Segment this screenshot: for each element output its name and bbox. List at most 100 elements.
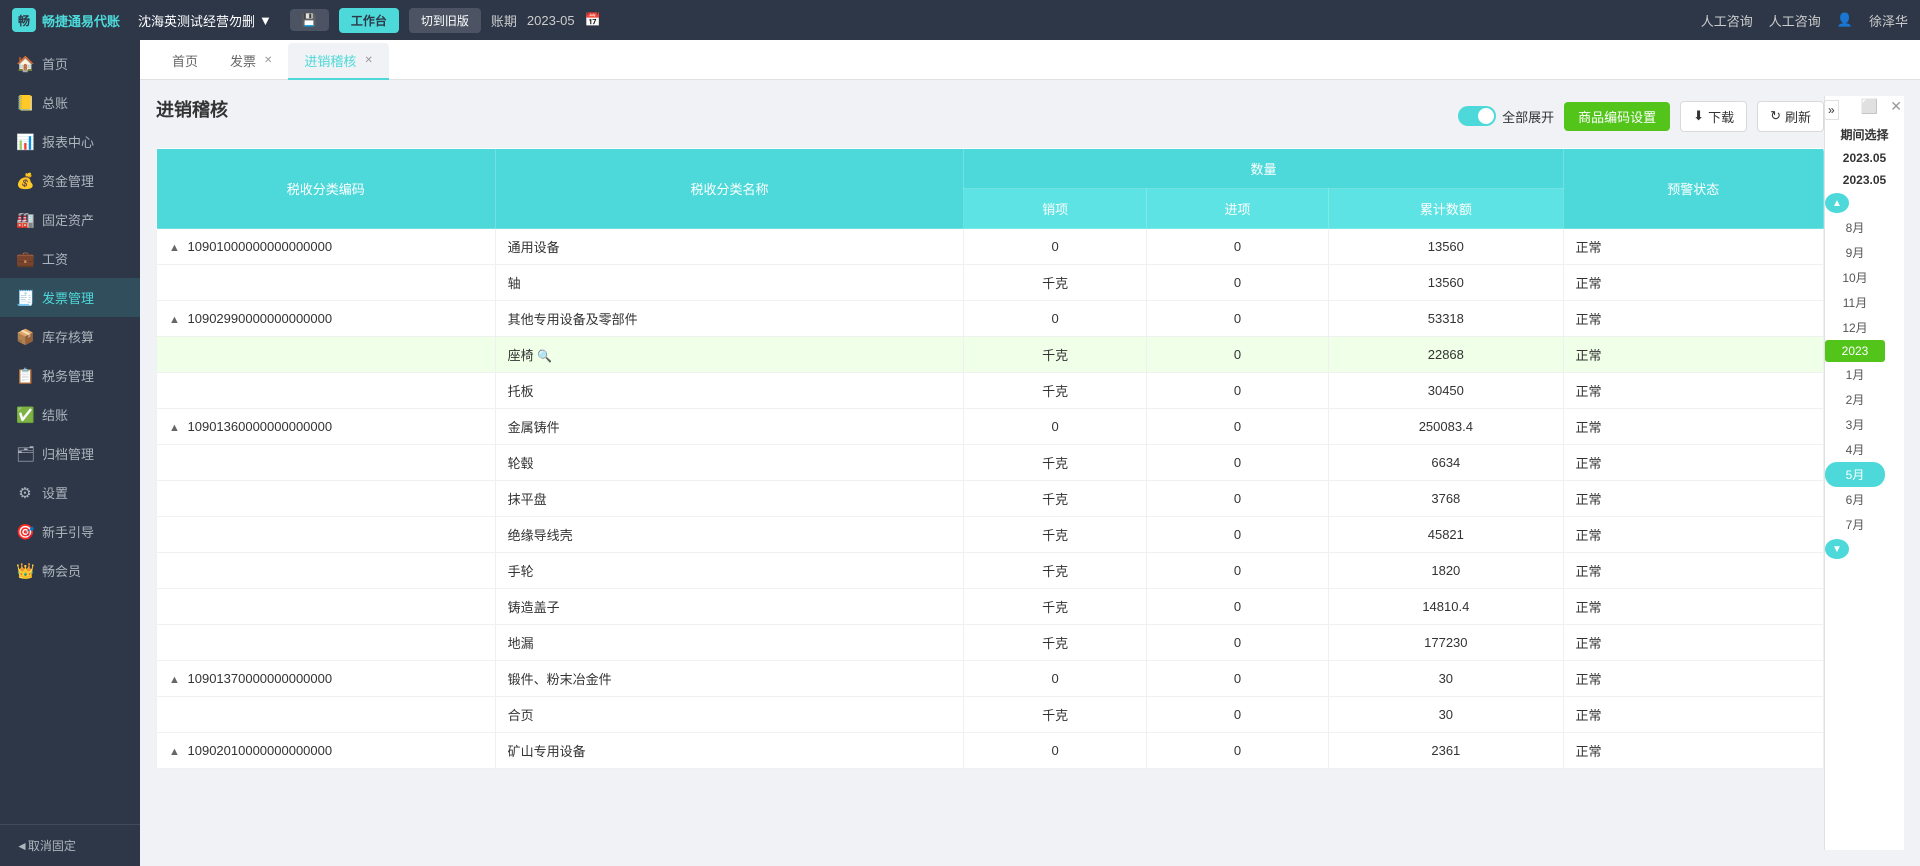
sidebar-item-home[interactable]: 🏠 首页 bbox=[0, 44, 140, 83]
cumulative-cell: 30450 bbox=[1329, 373, 1563, 409]
sidebar-item-label: 税务管理 bbox=[42, 366, 94, 385]
sidebar-item-reports[interactable]: 📊 报表中心 bbox=[0, 122, 140, 161]
month-5[interactable]: 5月 bbox=[1825, 462, 1885, 487]
chevron-down-icon: ▼ bbox=[259, 13, 272, 28]
tab-reconcile[interactable]: 进销稽核 ✕ bbox=[288, 43, 388, 80]
sidebar-item-settlement[interactable]: ✅ 结账 bbox=[0, 395, 140, 434]
month-8[interactable]: 8月 bbox=[1825, 215, 1885, 240]
guide-icon: 🎯 bbox=[16, 523, 34, 541]
expand-icon[interactable]: ▲ bbox=[169, 314, 180, 326]
sales-cell: 0 bbox=[964, 661, 1146, 697]
app-logo: 畅 畅捷通易代账 bbox=[12, 8, 120, 32]
search-icon-small[interactable]: 🔍 bbox=[537, 349, 552, 363]
sidebar-item-member[interactable]: 👑 畅会员 bbox=[0, 551, 140, 590]
sidebar-item-label: 工资 bbox=[42, 249, 68, 268]
cumulative-cell: 13560 bbox=[1329, 229, 1563, 265]
product-code-settings-button[interactable]: 商品编码设置 bbox=[1564, 102, 1670, 131]
month-4[interactable]: 4月 bbox=[1825, 437, 1885, 462]
sidebar-item-settings[interactable]: ⚙ 设置 bbox=[0, 473, 140, 512]
purchase-cell: 0 bbox=[1146, 409, 1328, 445]
expand-icon[interactable]: ▲ bbox=[169, 422, 180, 434]
support-label[interactable]: 人工咨询 bbox=[1701, 11, 1753, 30]
year-2023-alt[interactable]: 2023.05 bbox=[1825, 169, 1904, 191]
sidebar-item-tax[interactable]: 📋 税务管理 bbox=[0, 356, 140, 395]
year-2023-label[interactable]: 2023.05 bbox=[1825, 147, 1904, 169]
switch-version-button[interactable]: 切到旧版 bbox=[409, 8, 481, 33]
reconcile-table: 税收分类编码 税收分类名称 数量 预警状态 销项 进项 累计数额 bbox=[156, 148, 1824, 769]
scroll-down-button[interactable]: ▼ bbox=[1825, 539, 1849, 559]
expand-all-toggle[interactable]: 全部展开 bbox=[1458, 106, 1554, 126]
tab-home[interactable]: 首页 bbox=[156, 43, 214, 80]
month-6[interactable]: 6月 bbox=[1825, 487, 1885, 512]
company-name: 沈海英测试经营勿删 bbox=[138, 11, 255, 30]
reports-icon: 📊 bbox=[16, 133, 34, 151]
tax-code-cell bbox=[157, 517, 496, 553]
status-cell: 正常 bbox=[1563, 229, 1823, 265]
sidebar-item-guide[interactable]: 🎯 新手引导 bbox=[0, 512, 140, 551]
tax-name-cell: 座椅 🔍 bbox=[495, 337, 964, 373]
sales-unit-cell: 千克 bbox=[964, 589, 1146, 625]
sidebar-item-inventory[interactable]: 📦 库存核算 bbox=[0, 317, 140, 356]
month-3[interactable]: 3月 bbox=[1825, 412, 1885, 437]
top-bar-actions: 人工咨询 人工咨询 👤 徐泽华 bbox=[1701, 11, 1908, 30]
purchase-cell: 0 bbox=[1146, 517, 1328, 553]
month-7[interactable]: 7月 bbox=[1825, 512, 1885, 537]
tab-bar: 首页 发票 ✕ 进销稽核 ✕ bbox=[140, 40, 1920, 80]
download-button[interactable]: ⬇ 下载 bbox=[1680, 101, 1747, 132]
cumulative-cell: 13560 bbox=[1329, 265, 1563, 301]
tax-name-cell: 绝缘导线壳 bbox=[495, 517, 964, 553]
month-10[interactable]: 10月 bbox=[1825, 265, 1885, 290]
expand-all-label: 全部展开 bbox=[1502, 107, 1554, 126]
sidebar-pin-toggle[interactable]: ◄取消固定 bbox=[0, 824, 140, 866]
purchase-cell: 0 bbox=[1146, 337, 1328, 373]
tab-reconcile-close[interactable]: ✕ bbox=[364, 55, 372, 66]
panel-expand-button[interactable]: ⬜ bbox=[1861, 98, 1878, 115]
sidebar-item-invoices[interactable]: 🧾 发票管理 bbox=[0, 278, 140, 317]
sidebar-item-label: 归档管理 bbox=[42, 444, 94, 463]
sales-unit-cell: 千克 bbox=[964, 553, 1146, 589]
col-purchase: 进项 bbox=[1146, 189, 1328, 229]
workbench-button[interactable]: 工作台 bbox=[339, 8, 399, 33]
scroll-up-button[interactable]: ▲ bbox=[1825, 193, 1849, 213]
month-12[interactable]: 12月 bbox=[1825, 315, 1885, 340]
tax-code-cell bbox=[157, 445, 496, 481]
tax-code-cell: ▲ 10901360000000000000 bbox=[157, 409, 496, 445]
sidebar-item-funds[interactable]: 💰 资金管理 bbox=[0, 161, 140, 200]
refresh-button[interactable]: ↻ 刷新 bbox=[1757, 101, 1824, 132]
reconcile-table-wrap: 税收分类编码 税收分类名称 数量 预警状态 销项 进项 累计数额 bbox=[156, 148, 1824, 850]
save-draft-button[interactable]: 💾 bbox=[290, 9, 329, 31]
company-selector[interactable]: 沈海英测试经营勿删 ▼ bbox=[130, 7, 280, 34]
period-title: 期间选择 bbox=[1825, 126, 1904, 143]
sidebar-item-payroll[interactable]: 💼 工资 bbox=[0, 239, 140, 278]
tax-name-cell: 通用设备 bbox=[495, 229, 964, 265]
expand-icon[interactable]: ▲ bbox=[169, 242, 180, 254]
month-1[interactable]: 1月 bbox=[1825, 362, 1885, 387]
tax-code-cell bbox=[157, 481, 496, 517]
panel-close-button[interactable]: ✕ bbox=[1890, 98, 1902, 115]
main-panel: 进销稽核 全部展开 商品编码设置 ⬇ 下载 bbox=[156, 96, 1824, 850]
archive-icon: 🗂 bbox=[16, 445, 34, 463]
month-2[interactable]: 2月 bbox=[1825, 387, 1885, 412]
expand-icon[interactable]: ▲ bbox=[169, 746, 180, 758]
expand-icon[interactable]: ▲ bbox=[169, 674, 180, 686]
sales-unit-cell: 千克 bbox=[964, 625, 1146, 661]
toggle-switch[interactable] bbox=[1458, 106, 1496, 126]
purchase-cell: 0 bbox=[1146, 553, 1328, 589]
tab-home-label: 首页 bbox=[172, 51, 198, 70]
tab-invoices-close[interactable]: ✕ bbox=[264, 55, 272, 66]
sidebar-item-ledger[interactable]: 📒 总账 bbox=[0, 83, 140, 122]
sidebar-item-assets[interactable]: 🏭 固定资产 bbox=[0, 200, 140, 239]
tab-invoices[interactable]: 发票 ✕ bbox=[214, 43, 288, 80]
purchase-cell: 0 bbox=[1146, 229, 1328, 265]
download-icon: ⬇ bbox=[1693, 108, 1704, 124]
status-cell: 正常 bbox=[1563, 409, 1823, 445]
sidebar-item-archive[interactable]: 🗂 归档管理 bbox=[0, 434, 140, 473]
table-row: ▲ 10902990000000000000 其他专用设备及零部件 0 0 53… bbox=[157, 301, 1824, 337]
month-9[interactable]: 9月 bbox=[1825, 240, 1885, 265]
sales-unit-cell: 千克 bbox=[964, 373, 1146, 409]
cumulative-cell: 3768 bbox=[1329, 481, 1563, 517]
calendar-icon[interactable]: 📅 bbox=[585, 12, 601, 28]
status-cell: 正常 bbox=[1563, 301, 1823, 337]
month-11[interactable]: 11月 bbox=[1825, 290, 1885, 315]
panel-collapse-button[interactable]: » bbox=[1824, 100, 1839, 120]
